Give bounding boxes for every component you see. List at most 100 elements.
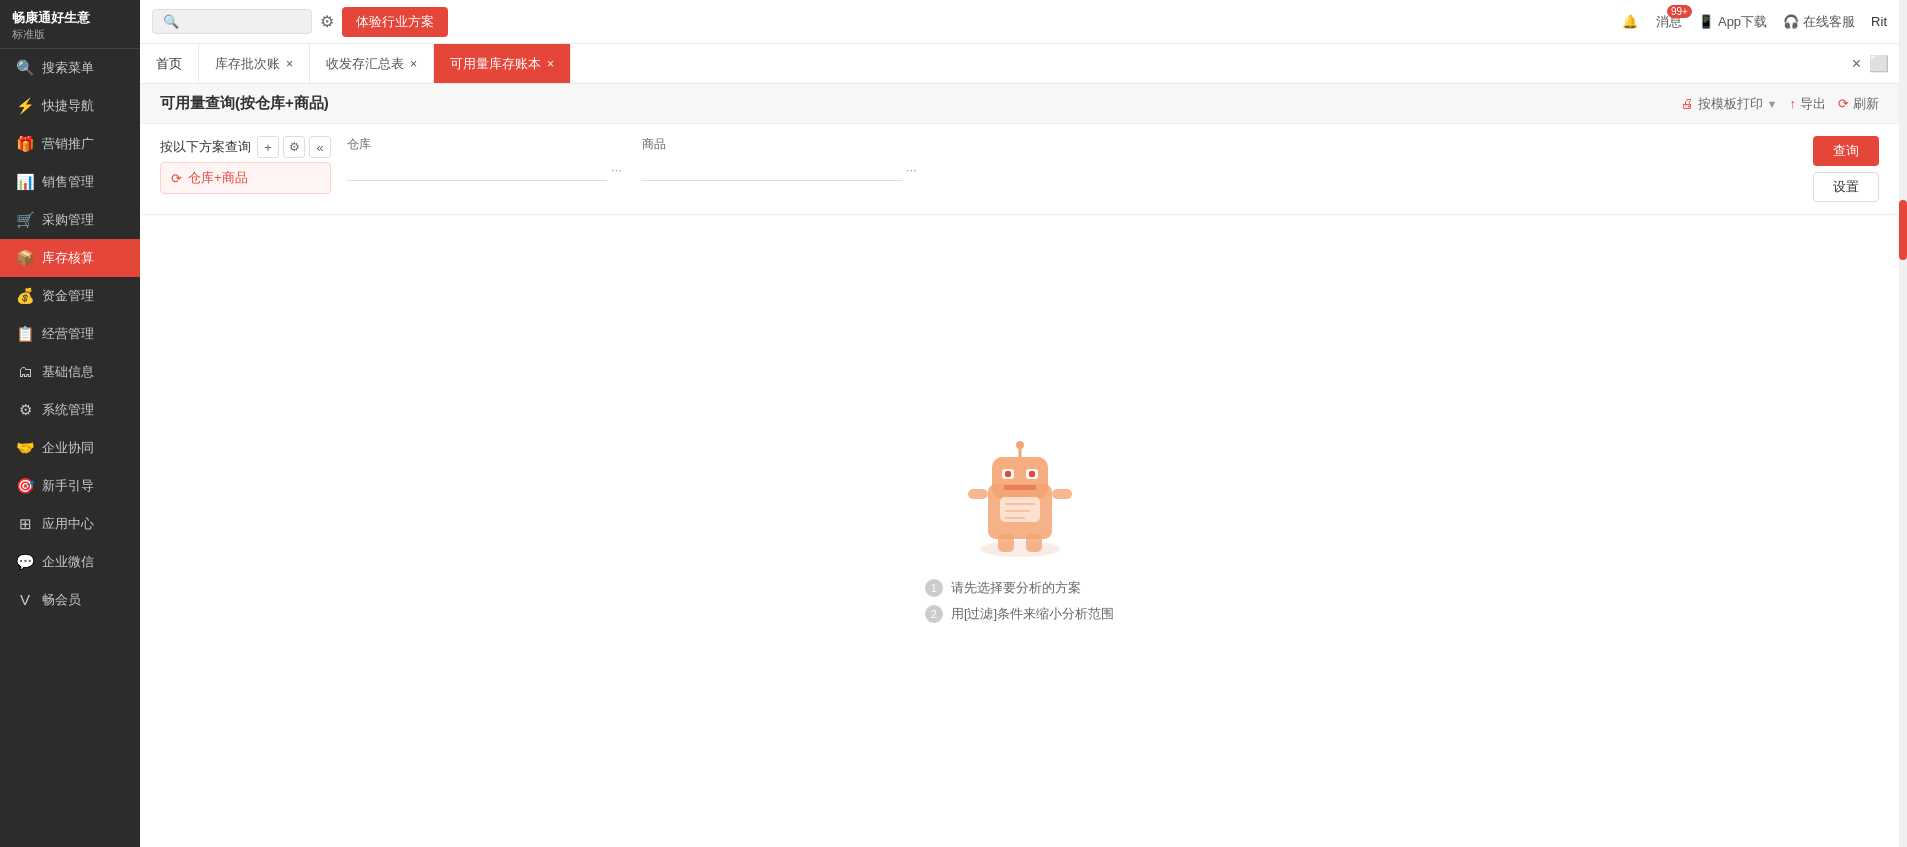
sidebar-item-label: 快捷导航 — [42, 97, 94, 115]
print-template-button[interactable]: 🖨 按模板打印 ▼ — [1681, 95, 1778, 113]
page-header: 可用量查询(按仓库+商品) 🖨 按模板打印 ▼ ↑ 导出 ⟳ 刷新 — [140, 84, 1899, 124]
svg-rect-11 — [1052, 489, 1072, 499]
app-download-label: App下载 — [1718, 13, 1767, 31]
page-actions: 🖨 按模板打印 ▼ ↑ 导出 ⟳ 刷新 — [1681, 95, 1879, 113]
topbar-search-box[interactable]: 🔍 — [152, 9, 312, 34]
online-service-label: 在线客服 — [1803, 13, 1855, 31]
sidebar-item-label: 销售管理 — [42, 173, 94, 191]
brand-edition: 标准版 — [12, 27, 128, 42]
sidebar-item-system[interactable]: ⚙ 系统管理 — [0, 391, 140, 429]
main-area: 🔍 ⚙ 体验行业方案 🔔 99+ 消息 📱 App下载 🎧 在线客服 Rit — [140, 0, 1899, 847]
cart-icon: 🛒 — [16, 211, 34, 229]
sidebar-item-quick-nav[interactable]: ⚡ 快捷导航 — [0, 87, 140, 125]
tab-recv-summary-close[interactable]: × — [410, 57, 417, 71]
filter-schemes: 按以下方案查询 + ⚙ « ⟳ 仓库+商品 — [160, 136, 331, 194]
sidebar-item-search[interactable]: 🔍 搜索菜单 — [0, 49, 140, 87]
brand-name: 畅康通好生意 — [12, 10, 128, 27]
add-scheme-button[interactable]: + — [257, 136, 279, 158]
sidebar-item-label: 系统管理 — [42, 401, 94, 419]
svg-rect-7 — [1004, 485, 1036, 490]
scrollbar-thumb[interactable] — [1899, 200, 1907, 260]
hint-number-2: 2 — [925, 605, 943, 623]
sidebar-item-label: 库存核算 — [42, 249, 94, 267]
gift-icon: 🎁 — [16, 135, 34, 153]
warehouse-label: 仓库 — [347, 136, 622, 153]
warehouse-input-row: ··· — [347, 157, 622, 181]
filter-scheme-item[interactable]: ⟳ 仓库+商品 — [160, 162, 331, 194]
collapse-scheme-button[interactable]: « — [309, 136, 331, 158]
gear-icon: ⚙ — [16, 401, 34, 419]
search-icon: 🔍 — [163, 14, 179, 29]
svg-rect-12 — [998, 534, 1014, 552]
headset-icon: 🎧 — [1783, 14, 1799, 29]
hint-text-2: 用[过滤]条件来缩小分析范围 — [951, 605, 1114, 623]
sidebar-item-label: 营销推广 — [42, 135, 94, 153]
export-button[interactable]: ↑ 导出 — [1790, 95, 1827, 113]
query-button[interactable]: 查询 — [1813, 136, 1879, 166]
sidebar-item-inventory[interactable]: 📦 库存核算 — [0, 239, 140, 277]
sidebar-item-corp-wechat[interactable]: 💬 企业微信 — [0, 543, 140, 581]
goods-more-button[interactable]: ··· — [906, 162, 917, 177]
tab-batch-ledger[interactable]: 库存批次账 × — [199, 44, 310, 83]
page-title: 可用量查询(按仓库+商品) — [160, 94, 329, 113]
chat-icon: 💬 — [16, 553, 34, 571]
search-input[interactable] — [183, 15, 301, 29]
sidebar-item-operations[interactable]: 📋 经营管理 — [0, 315, 140, 353]
app-download[interactable]: 📱 App下载 — [1698, 13, 1767, 31]
sidebar-item-purchase[interactable]: 🛒 采购管理 — [0, 201, 140, 239]
sidebar-item-label: 企业微信 — [42, 553, 94, 571]
online-service[interactable]: 🎧 在线客服 — [1783, 13, 1855, 31]
goods-label: 商品 — [642, 136, 917, 153]
export-label: 导出 — [1800, 95, 1826, 113]
tab-available-ledger-close[interactable]: × — [547, 57, 554, 71]
tab-home[interactable]: 首页 — [140, 44, 199, 83]
goods-input[interactable] — [642, 157, 902, 181]
refresh-label: 刷新 — [1853, 95, 1879, 113]
right-scrollbar[interactable] — [1899, 0, 1907, 847]
sidebar-item-label: 畅会员 — [42, 591, 81, 609]
user-menu[interactable]: Rit — [1871, 14, 1887, 29]
sidebar-item-label: 基础信息 — [42, 363, 94, 381]
industry-solution-button[interactable]: 体验行业方案 — [342, 7, 448, 37]
sidebar-item-base-info[interactable]: 🗂 基础信息 — [0, 353, 140, 391]
sidebar-item-newbie[interactable]: 🎯 新手引导 — [0, 467, 140, 505]
sidebar-item-corp-collab[interactable]: 🤝 企业协同 — [0, 429, 140, 467]
filter-schemes-header: 按以下方案查询 + ⚙ « — [160, 136, 331, 158]
setting-button[interactable]: 设置 — [1813, 172, 1879, 202]
vip-icon: V — [16, 591, 34, 608]
export-icon: ↑ — [1790, 96, 1797, 111]
grid-icon: ⊞ — [16, 515, 34, 533]
tab-batch-ledger-close[interactable]: × — [286, 57, 293, 71]
message-badge[interactable]: 🔔 99+ 消息 — [1622, 13, 1682, 31]
refresh-button[interactable]: ⟳ 刷新 — [1838, 95, 1879, 113]
sidebar-item-app-center[interactable]: ⊞ 应用中心 — [0, 505, 140, 543]
settings-scheme-button[interactable]: ⚙ — [283, 136, 305, 158]
tab-available-ledger[interactable]: 可用量库存账本 × — [434, 44, 571, 83]
sidebar-item-sales[interactable]: 📊 销售管理 — [0, 163, 140, 201]
warehouse-input[interactable] — [347, 157, 607, 181]
filter-field-goods: 商品 ··· — [642, 136, 917, 181]
sidebar-item-members[interactable]: V 畅会员 — [0, 581, 140, 619]
sidebar-item-finance[interactable]: 💰 资金管理 — [0, 277, 140, 315]
warehouse-more-button[interactable]: ··· — [611, 162, 622, 177]
sidebar: 畅康通好生意 标准版 🔍 搜索菜单 ⚡ 快捷导航 🎁 营销推广 📊 销售管理 🛒… — [0, 0, 140, 847]
tab-recv-summary-label: 收发存汇总表 — [326, 55, 404, 73]
close-window-button[interactable]: × — [1852, 55, 1861, 73]
print-dropdown-icon[interactable]: ▼ — [1767, 98, 1778, 110]
sidebar-item-marketing[interactable]: 🎁 营销推广 — [0, 125, 140, 163]
goods-input-row: ··· — [642, 157, 917, 181]
username-label: Rit — [1871, 14, 1887, 29]
filter-scheme-label: 仓库+商品 — [188, 169, 248, 187]
gear-icon[interactable]: ⚙ — [320, 12, 334, 31]
svg-point-9 — [1016, 441, 1024, 449]
filter-fields: 仓库 ··· 商品 ··· — [347, 136, 1797, 181]
filter-field-warehouse: 仓库 ··· — [347, 136, 622, 181]
box-icon: 📦 — [16, 249, 34, 267]
maximize-window-button[interactable]: ⬜ — [1869, 54, 1889, 73]
topbar-right: 🔔 99+ 消息 📱 App下载 🎧 在线客服 Rit — [1622, 13, 1887, 31]
money-icon: 💰 — [16, 287, 34, 305]
search-icon: 🔍 — [16, 59, 34, 77]
filter-actions: 查询 设置 — [1813, 136, 1879, 202]
tab-recv-summary[interactable]: 收发存汇总表 × — [310, 44, 434, 83]
print-label: 按模板打印 — [1698, 95, 1763, 113]
